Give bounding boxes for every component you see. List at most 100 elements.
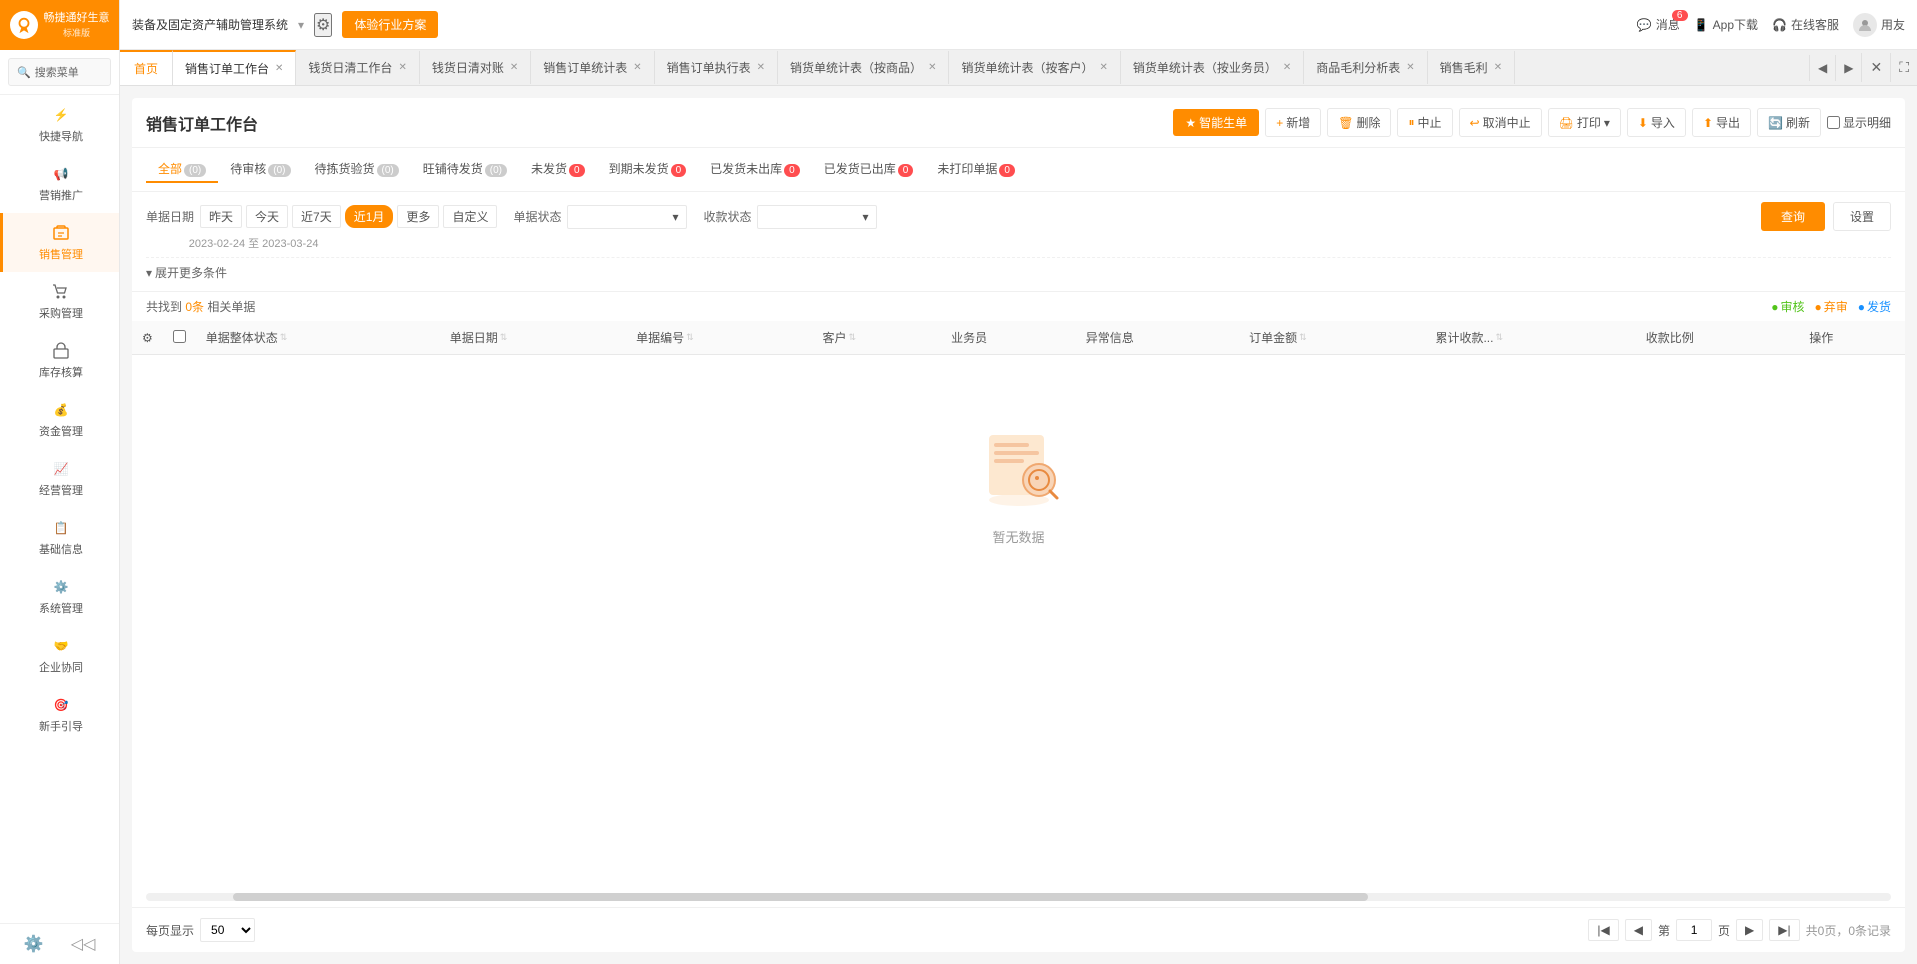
sidebar-item-purchase[interactable]: 采购管理 (0, 272, 119, 331)
sidebar-item-inventory[interactable]: 库存核算 (0, 331, 119, 390)
first-page-btn[interactable]: |◀ (1588, 919, 1618, 941)
app-download-label: App下载 (1713, 16, 1758, 33)
sidebar-search-button[interactable]: 🔍 搜索菜单 (8, 58, 111, 86)
app-download-btn[interactable]: 📱 App下载 (1694, 16, 1758, 33)
sidebar-item-sales[interactable]: 销售管理 (0, 213, 119, 272)
sort-customer[interactable]: 客户 ⇅ (822, 329, 931, 346)
tab-scroll-left[interactable]: ◀ (1809, 55, 1835, 81)
settings-bottom-btn[interactable]: ⚙️ (24, 934, 44, 954)
sidebar-item-operations[interactable]: 📈 经营管理 (0, 449, 119, 508)
expand-filter-btn[interactable]: ▾ 展开更多条件 (146, 264, 1891, 281)
tab-close-cash-daily[interactable]: ✕ (398, 62, 406, 73)
tab-close-gross-margin[interactable]: ✕ (1406, 62, 1414, 73)
cancel-suspend-btn[interactable]: ↩ 取消中止 (1459, 108, 1542, 137)
sort-status[interactable]: 单据整体状态 ⇅ (206, 329, 430, 346)
sub-tab-not-printed[interactable]: 未打印单据0 (925, 156, 1027, 183)
sidebar-item-system[interactable]: ⚙️ 系统管理 (0, 567, 119, 626)
next-page-btn[interactable]: ▶ (1736, 919, 1763, 941)
messages-btn[interactable]: 💬 消息 6 (1637, 16, 1680, 33)
sidebar-item-marketing[interactable]: 📢 营销推广 (0, 154, 119, 213)
sub-tab-shipped-out[interactable]: 已发货已出库0 (812, 156, 926, 183)
select-all-checkbox[interactable] (173, 330, 186, 343)
sub-tab-wangpu-ship[interactable]: 旺铺待发货(0) (411, 156, 519, 183)
sidebar-item-base-info[interactable]: 📋 基础信息 (0, 508, 119, 567)
sub-tab-all[interactable]: 全部(0) (146, 156, 218, 183)
sidebar-item-finance[interactable]: 💰 资金管理 (0, 390, 119, 449)
sidebar-item-quick-nav[interactable]: ⚡ 快捷导航 (0, 95, 119, 154)
industry-btn[interactable]: 体验行业方案 (342, 11, 438, 38)
collapse-btn[interactable]: ◁◁ (71, 934, 96, 954)
last-page-btn[interactable]: ▶| (1769, 919, 1799, 941)
sort-number[interactable]: 单据编号 ⇅ (636, 329, 802, 346)
import-btn[interactable]: ⬇ 导入 (1627, 108, 1686, 137)
date-btn-today[interactable]: 今天 (246, 205, 288, 228)
smart-create-btn[interactable]: ★ 智能生单 (1173, 109, 1259, 136)
suspend-btn[interactable]: ⏸ 中止 (1397, 108, 1452, 137)
query-btn[interactable]: 查询 (1761, 202, 1825, 231)
scroll-thumb[interactable] (233, 893, 1367, 901)
date-btn-7days[interactable]: 近7天 (292, 205, 341, 228)
sub-tab-pending-inspect[interactable]: 待拣货验货(0) (303, 156, 411, 183)
sub-tab-shipped-not-out[interactable]: 已发货未出库0 (698, 156, 812, 183)
unreview-btn[interactable]: ● 弃审 (1814, 298, 1847, 315)
tab-sales-summary-product[interactable]: 销货单统计表（按商品） ✕ (778, 51, 949, 84)
sort-date[interactable]: 单据日期 ⇅ (450, 329, 616, 346)
date-btn-yesterday[interactable]: 昨天 (200, 205, 242, 228)
page-size-select[interactable]: 20 50 100 (200, 918, 255, 942)
date-btn-more[interactable]: 更多 (397, 205, 439, 228)
date-btn-1month[interactable]: 近1月 (345, 205, 394, 228)
ship-btn[interactable]: ● 发货 (1858, 298, 1891, 315)
tab-close-sales-profit[interactable]: ✕ (1494, 62, 1502, 73)
sidebar-item-enterprise[interactable]: 🤝 企业协同 (0, 626, 119, 685)
sort-amount[interactable]: 订单金额 ⇅ (1249, 329, 1415, 346)
delete-btn[interactable]: 🗑 删除 (1327, 108, 1391, 137)
set-btn[interactable]: 设置 (1833, 202, 1891, 231)
tab-scroll-right[interactable]: ▶ (1835, 55, 1861, 81)
shipped-not-out-badge: 0 (784, 164, 800, 177)
tab-sales-summary-staff[interactable]: 销货单统计表（按业务员） ✕ (1121, 51, 1304, 84)
status-filter: 单据状态 ▾ (513, 205, 687, 229)
sort-collected[interactable]: 累计收款... ⇅ (1435, 329, 1625, 346)
tab-close-product[interactable]: ✕ (928, 62, 936, 73)
add-btn[interactable]: + 新增 (1265, 108, 1321, 137)
sub-tab-not-shipped[interactable]: 未发货0 (519, 156, 597, 183)
prev-page-btn[interactable]: ◀ (1625, 919, 1652, 941)
tab-close-cash-reconcile[interactable]: ✕ (510, 62, 518, 73)
date-btn-custom[interactable]: 自定义 (443, 205, 497, 228)
table-scroll-area[interactable] (132, 887, 1905, 907)
refresh-btn[interactable]: 🔄 刷新 (1757, 108, 1821, 137)
tab-maximize[interactable]: ⛶ (1890, 53, 1917, 82)
tab-close-all[interactable]: ✕ (1861, 53, 1890, 82)
export-btn[interactable]: ⬆ 导出 (1692, 108, 1751, 137)
tab-sales-exec[interactable]: 销售订单执行表 ✕ (655, 51, 778, 84)
tab-sales-summary-customer[interactable]: 销货单统计表（按客户） ✕ (949, 51, 1120, 84)
tab-home[interactable]: 首页 (120, 50, 173, 85)
tab-close-sales-stats[interactable]: ✕ (633, 62, 641, 73)
tab-gross-margin[interactable]: 商品毛利分析表 ✕ (1304, 51, 1427, 84)
tab-close-sales-exec[interactable]: ✕ (757, 62, 765, 73)
tab-sales-workbench[interactable]: 销售订单工作台 ✕ (173, 50, 296, 85)
topbar-dropdown-btn[interactable]: ▾ (298, 18, 304, 32)
tab-close-customer[interactable]: ✕ (1099, 62, 1107, 73)
online-service-btn[interactable]: 🎧 在线客服 (1772, 16, 1839, 33)
col-settings: ⚙ (132, 321, 163, 355)
show-detail-label[interactable]: 显示明细 (1827, 114, 1891, 131)
topbar-settings-btn[interactable]: ⚙ (314, 13, 332, 37)
current-page-input[interactable] (1676, 919, 1712, 941)
settings-icon[interactable]: ⚙ (142, 331, 153, 345)
review-btn[interactable]: ● 审核 (1771, 298, 1804, 315)
sidebar-item-guide[interactable]: 🎯 新手引导 (0, 685, 119, 744)
show-detail-checkbox[interactable] (1827, 116, 1840, 129)
status-select[interactable]: ▾ (567, 205, 687, 229)
tab-sales-stats[interactable]: 销售订单统计表 ✕ (531, 51, 654, 84)
tab-cash-reconcile[interactable]: 钱货日清对账 ✕ (420, 51, 531, 84)
tab-close-sales-workbench[interactable]: ✕ (275, 63, 283, 74)
payment-select[interactable]: ▾ (757, 205, 877, 229)
tab-sales-profit[interactable]: 销售毛利 ✕ (1428, 51, 1515, 84)
user-menu-btn[interactable]: 用友 (1853, 13, 1905, 37)
sub-tab-pending-review[interactable]: 待审核(0) (218, 156, 302, 183)
sub-tab-overdue-ship[interactable]: 到期未发货0 (597, 156, 699, 183)
tab-cash-daily[interactable]: 钱货日清工作台 ✕ (296, 51, 419, 84)
tab-close-staff[interactable]: ✕ (1283, 62, 1291, 73)
print-btn[interactable]: 🖨 打印 ▾ (1548, 108, 1621, 137)
